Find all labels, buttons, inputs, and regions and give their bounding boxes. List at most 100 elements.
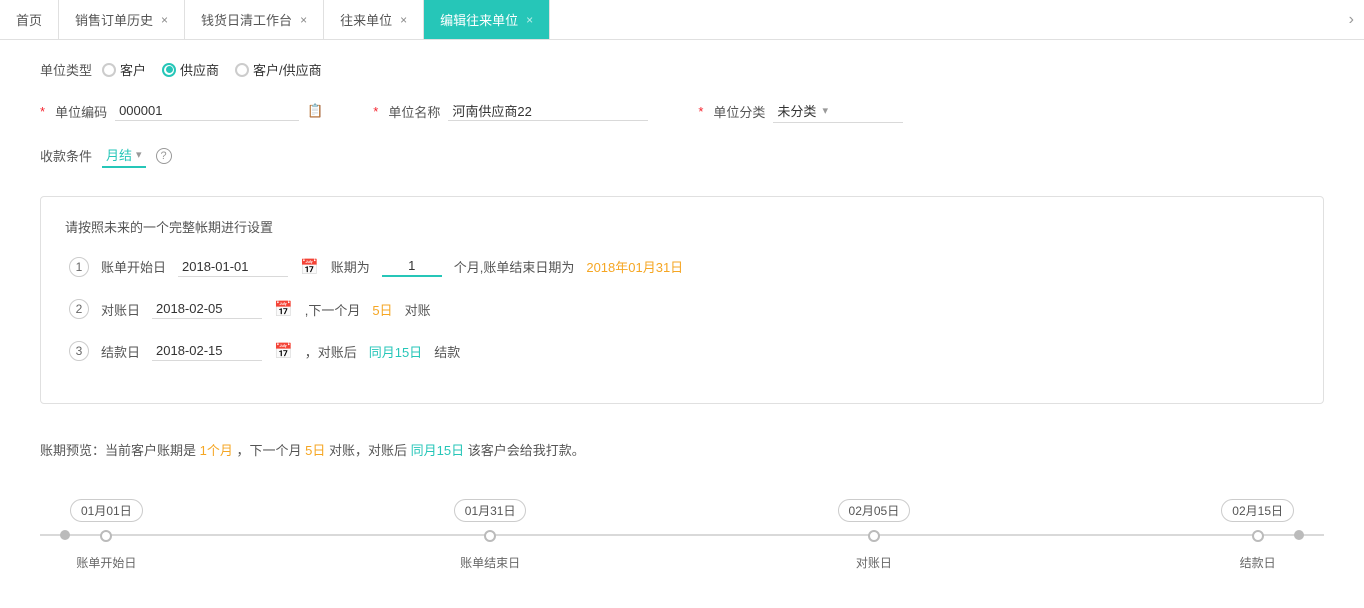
tab-cash-desk[interactable]: 钱货日清工作台 × [185,0,324,39]
tab-counterpart-label: 往来单位 [340,10,392,29]
row-num-1: 1 [69,257,89,277]
collect-row: 收款条件 月结 ▾ ? [40,143,1324,168]
radio-circle-both [235,63,249,77]
row-suffix-after-2: 对账 [405,300,431,319]
timeline-node-4: 02月15日 结款日 [1221,499,1294,571]
unit-detail-row: * 单位编码 📋 * 单位名称 * 单位分类 未分类 ▾ [40,99,1324,123]
tab-counterpart-close[interactable]: × [400,13,407,27]
row-suffix-after-1: 个月,账单结束日期为 [454,257,575,276]
row-num-2: 2 [69,299,89,319]
unit-type-label: 单位类型 [40,60,92,79]
period-instruction: 请按照未来的一个完整帐期进行设置 [65,217,1299,236]
tab-edit-counterpart-label: 编辑往来单位 [440,10,518,29]
row-highlight-1: 2018年01月31日 [586,257,683,276]
radio-circle-supplier [162,63,176,77]
calendar-icon-3[interactable]: 📅 [274,342,293,360]
collect-value: 月结 [106,145,132,164]
tab-cash-desk-label: 钱货日清工作台 [201,10,292,29]
preview-part6: 该客户会给我打款。 [468,443,585,458]
row-suffix-before-1: 账期为 [331,257,370,276]
period-row-1: 1 账单开始日 📅 账期为 个月,账单结束日期为 2018年01月31日 [65,256,1299,277]
node-date-2: 01月31日 [454,499,527,522]
period-row-3: 3 结款日 📅 ，对账后 同月15日 结款 [65,341,1299,361]
row-label-3: 结款日 [101,342,140,361]
node-label-1: 账单开始日 [76,554,136,571]
calendar-icon-1[interactable]: 📅 [300,258,319,276]
radio-customer-label: 客户 [120,60,146,79]
tabs-bar: 首页 销售订单历史 × 钱货日清工作台 × 往来单位 × 编辑往来单位 × › [0,0,1364,40]
timeline-end-dot [1294,530,1304,540]
tabs-right-arrow[interactable]: › [1339,11,1364,29]
tab-edit-counterpart[interactable]: 编辑往来单位 × [424,0,550,39]
row-suffix-before-3: ，对账后 [305,342,357,361]
node-dot-4 [1252,530,1264,542]
tab-home[interactable]: 首页 [0,0,59,39]
row-suffix-before-2: ,下一个月 [305,300,361,319]
radio-supplier[interactable]: 供应商 [162,60,219,79]
preview-15day: 同月15日 [411,443,464,458]
tab-counterpart[interactable]: 往来单位 × [324,0,424,39]
node-label-3: 对账日 [856,554,892,571]
calendar-icon-2[interactable]: 📅 [274,300,293,318]
row-highlight-2: 5日 [372,300,392,319]
period-row-2: 2 对账日 📅 ,下一个月 5日 对账 [65,299,1299,319]
radio-both-label: 客户/供应商 [253,60,322,79]
row-num-3: 3 [69,341,89,361]
node-date-1: 01月01日 [70,499,143,522]
tab-cash-desk-close[interactable]: × [300,13,307,27]
unit-category-dropdown[interactable]: 未分类 ▾ [773,99,903,123]
row-date-1[interactable] [178,257,288,277]
radio-both[interactable]: 客户/供应商 [235,60,322,79]
timeline-wrap: 01月01日 账单开始日 01月31日 账单结束日 02月05日 对账日 02月… [40,489,1324,581]
tab-home-label: 首页 [16,10,42,29]
timeline-node-1: 01月01日 账单开始日 [70,499,143,571]
preview-5day: 5日 [305,443,325,458]
preview-prefix: 账期预览：当前客户账期是 [40,443,196,458]
node-label-2: 账单结束日 [460,554,520,571]
unit-code-item: * 单位编码 📋 [40,101,323,121]
timeline-nodes: 01月01日 账单开始日 01月31日 账单结束日 02月05日 对账日 02月… [70,499,1294,571]
unit-code-star: * [40,104,45,119]
node-date-4: 02月15日 [1221,499,1294,522]
row-date-3[interactable] [152,341,262,361]
collect-dropdown[interactable]: 月结 ▾ [102,143,146,168]
radio-supplier-label: 供应商 [180,60,219,79]
unit-name-star: * [373,104,378,119]
period-value-input[interactable] [382,256,442,277]
unit-type-row: 单位类型 客户 供应商 客户/供应商 [40,60,1324,79]
timeline-node-3: 02月05日 对账日 [838,499,911,571]
node-label-4: 结款日 [1240,554,1276,571]
preview-row: 账期预览：当前客户账期是 1个月 ，下一个月 5日 对账，对账后 同月15日 该… [40,424,1324,479]
timeline-node-2: 01月31日 账单结束日 [454,499,527,571]
node-dot-2 [484,530,496,542]
collect-arrow: ▾ [136,148,142,161]
radio-customer[interactable]: 客户 [102,60,146,79]
tab-sales-history-close[interactable]: × [161,13,168,27]
unit-name-input[interactable] [448,101,648,121]
preview-part2: ，下一个月 [237,443,302,458]
unit-code-icon[interactable]: 📋 [307,103,323,119]
row-label-1: 账单开始日 [101,257,166,276]
unit-category-item: * 单位分类 未分类 ▾ [698,99,903,123]
period-box: 请按照未来的一个完整帐期进行设置 1 账单开始日 📅 账期为 个月,账单结束日期… [40,196,1324,404]
row-highlight-3: 同月15日 [369,342,422,361]
unit-code-input[interactable] [115,101,299,121]
preview-part4: 对账，对账后 [329,443,407,458]
collect-label: 收款条件 [40,146,92,165]
tab-sales-history-label: 销售订单历史 [75,10,153,29]
timeline-start-dot [60,530,70,540]
node-dot-1 [100,530,112,542]
unit-type-radio-group: 客户 供应商 客户/供应商 [102,60,322,79]
preview-1month: 1个月 [200,443,233,458]
unit-name-label: 单位名称 [388,102,440,121]
tab-edit-counterpart-close[interactable]: × [526,13,533,27]
radio-circle-customer [102,63,116,77]
tab-sales-history[interactable]: 销售订单历史 × [59,0,185,39]
row-date-2[interactable] [152,299,262,319]
main-content: 单位类型 客户 供应商 客户/供应商 * 单位编码 📋 * 单位名称 [0,40,1364,608]
unit-category-arrow: ▾ [822,104,828,117]
row-label-2: 对账日 [101,300,140,319]
unit-name-item: * 单位名称 [373,101,648,121]
collect-help-icon[interactable]: ? [156,148,172,164]
node-dot-3 [868,530,880,542]
